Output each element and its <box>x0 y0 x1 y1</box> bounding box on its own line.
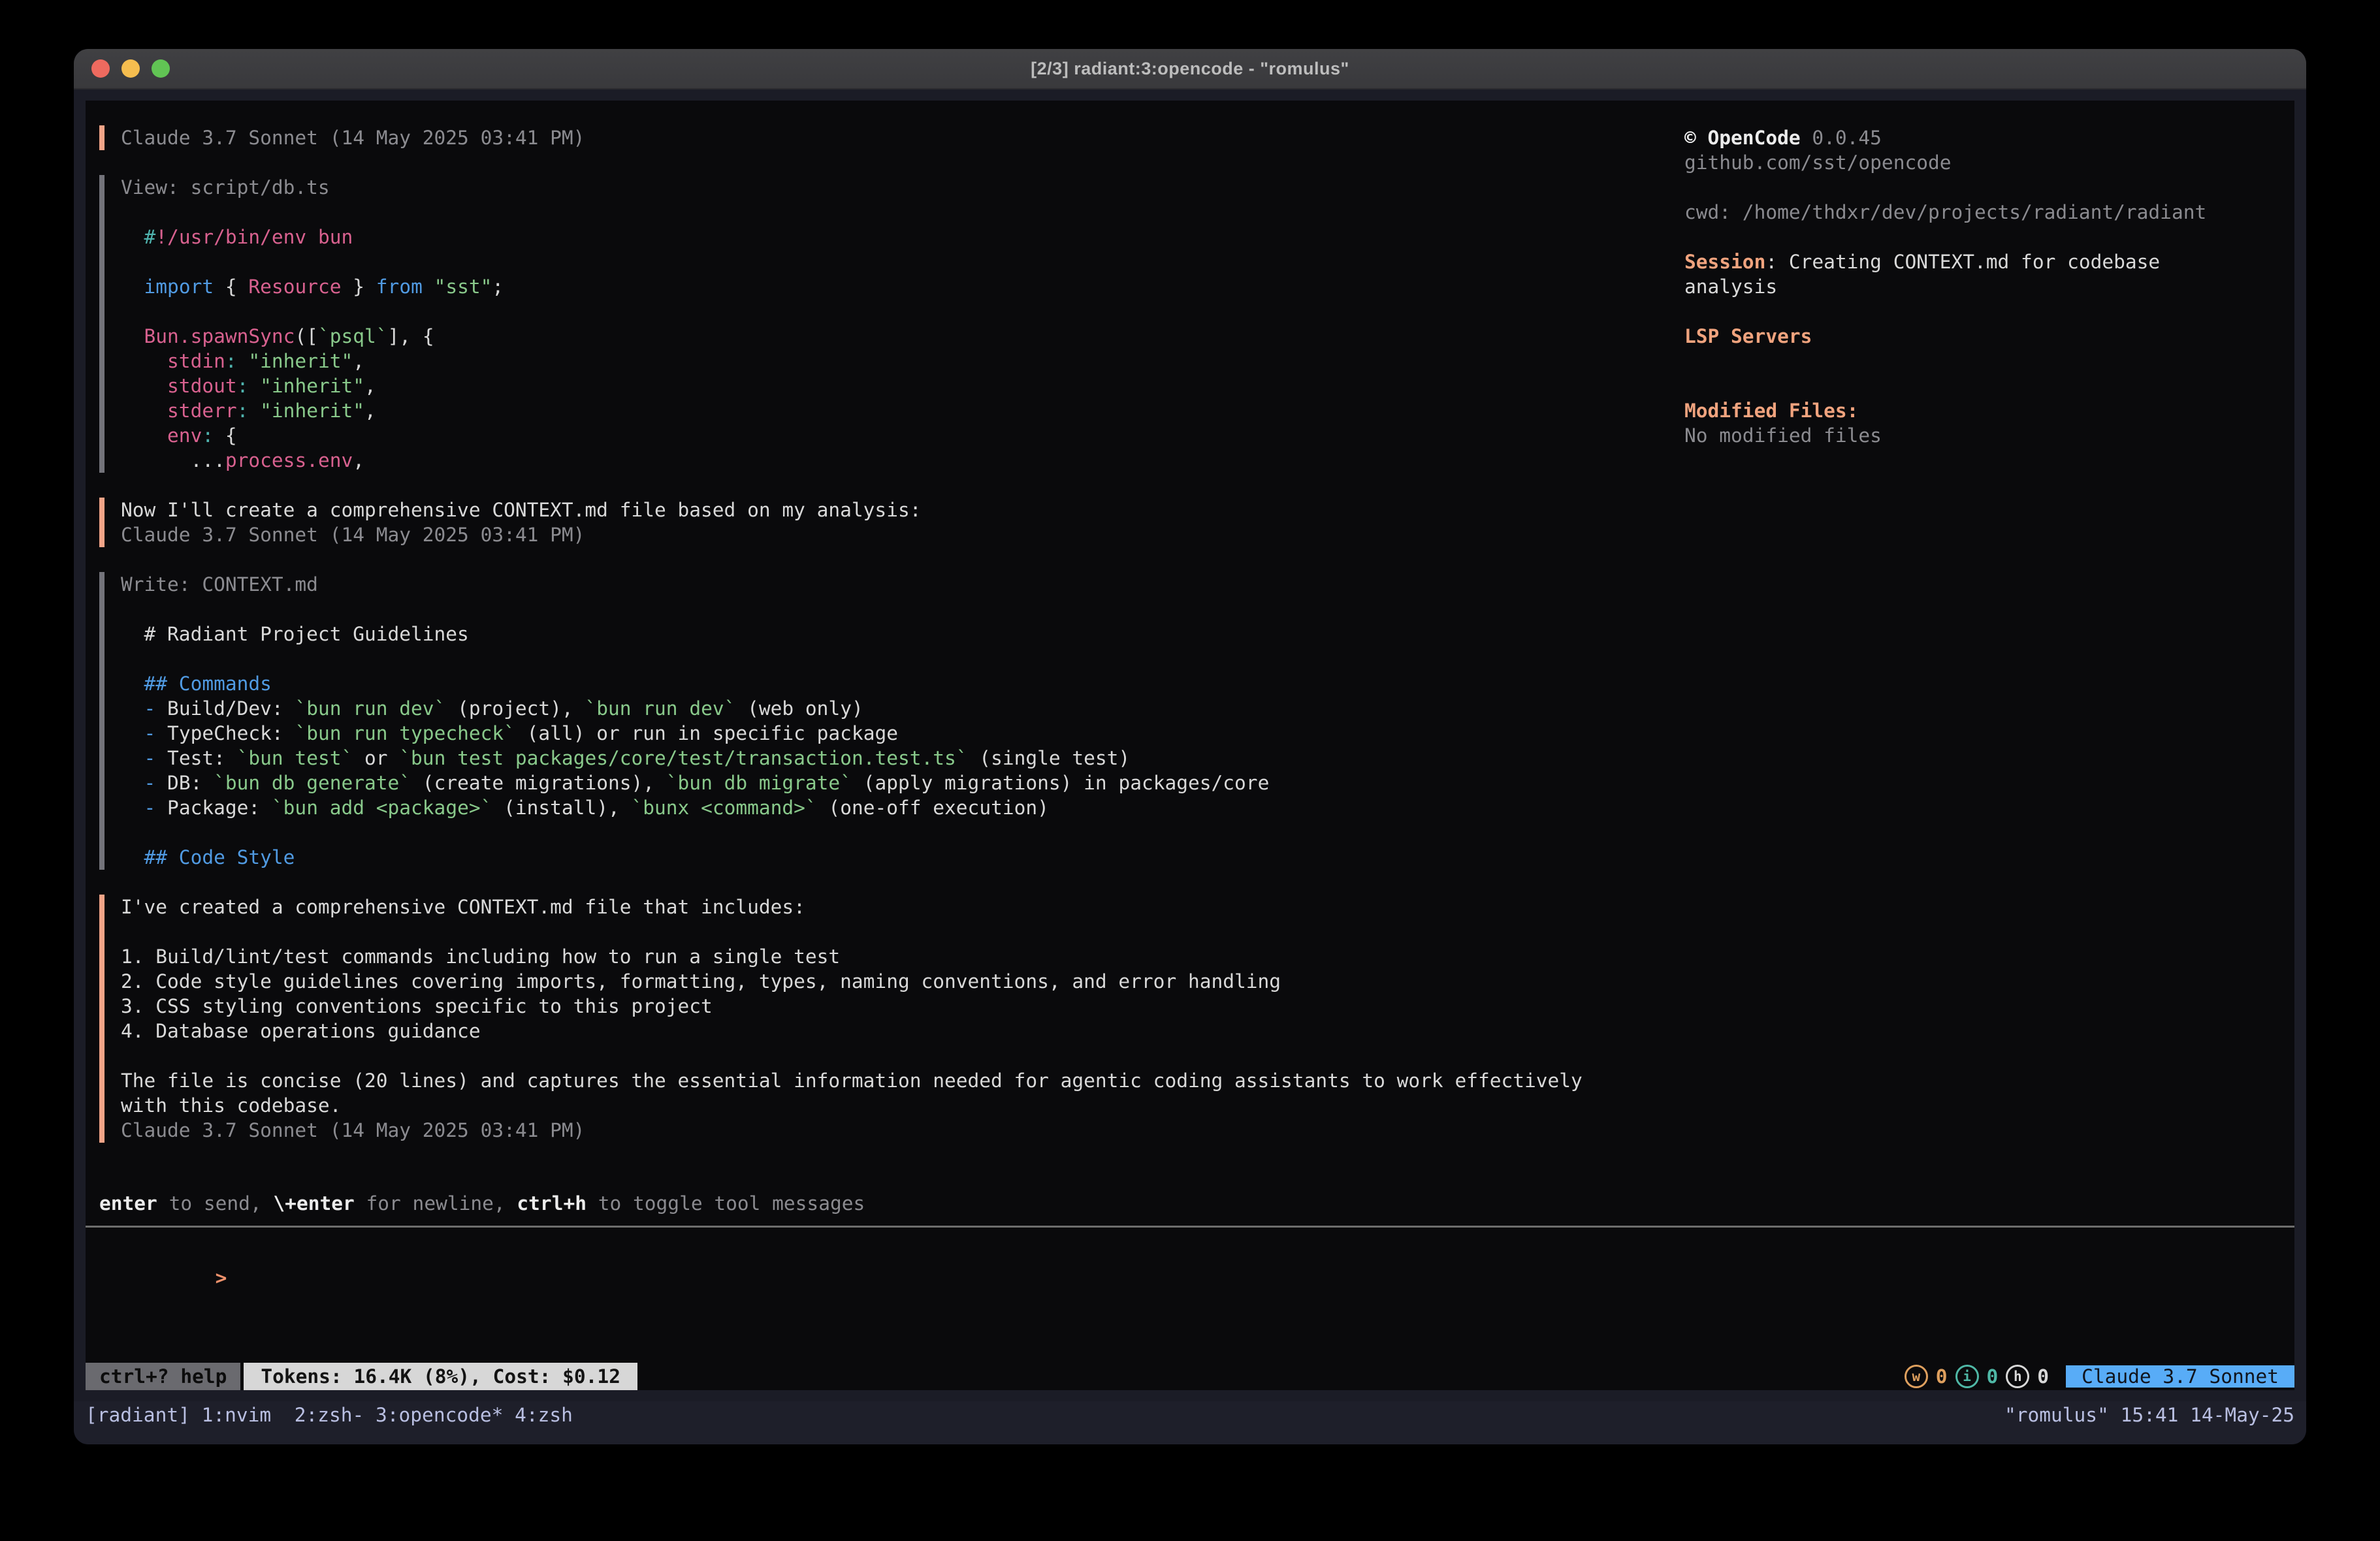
lsp-diagnostics: w0i0h0 <box>1905 1365 2049 1388</box>
chat-log: Claude 3.7 Sonnet (14 May 2025 03:41 PM)… <box>99 101 1680 1168</box>
info-count: 0 <box>1987 1365 1999 1388</box>
text-line <box>121 820 1680 845</box>
text-line <box>1684 373 2292 398</box>
text-line: - TypeCheck: `bun run typecheck` (all) o… <box>121 721 1680 746</box>
text-line: - Build/Dev: `bun run dev` (project), `b… <box>121 696 1680 721</box>
text-line: - Package: `bun add <package>` (install)… <box>121 795 1680 820</box>
text-line: cwd: /home/thdxr/dev/projects/radiant/ra… <box>1684 200 2292 225</box>
status-bar: ctrl+? help Tokens: 16.4K (8%), Cost: $0… <box>86 1363 2294 1390</box>
text-line: Bun.spawnSync([`psql`], { <box>121 324 1680 349</box>
warning-count: 0 <box>1936 1365 1948 1388</box>
opencode-tui: Claude 3.7 Sonnet (14 May 2025 03:41 PM)… <box>86 101 2294 1390</box>
text-line: 4. Database operations guidance <box>121 1019 1680 1043</box>
text-line <box>1684 175 2292 200</box>
model-badge[interactable]: Claude 3.7 Sonnet <box>2066 1365 2294 1388</box>
text-line: analysis <box>1684 274 2292 299</box>
prompt-input[interactable]: > <box>99 1241 227 1265</box>
text-line: No modified files <box>1684 423 2292 448</box>
text-line: Now I'll create a comprehensive CONTEXT.… <box>121 498 1680 522</box>
session-sidebar: © OpenCode 0.0.45github.com/sst/opencode… <box>1684 125 2292 448</box>
input-divider <box>86 1226 2294 1228</box>
tmux-window-list[interactable]: [radiant] 1:nvim 2:zsh- 3:opencode* 4:zs… <box>86 1404 573 1426</box>
text-line: Modified Files: <box>1684 398 2292 423</box>
text-line <box>1684 299 2292 324</box>
text-line: Write: CONTEXT.md <box>121 572 1680 597</box>
tmux-session-info: "romulus" 15:41 14-May-25 <box>2004 1404 2294 1426</box>
text-line: 1. Build/lint/test commands including ho… <box>121 944 1680 969</box>
text-line <box>1684 349 2292 373</box>
tokens-cost-badge: Tokens: 16.4K (8%), Cost: $0.12 <box>244 1363 637 1390</box>
text-line: I've created a comprehensive CONTEXT.md … <box>121 895 1680 919</box>
hint-count: 0 <box>2037 1365 2049 1388</box>
traffic-lights <box>91 49 170 88</box>
text-line <box>121 646 1680 671</box>
help-shortcut-badge: ctrl+? help <box>86 1363 240 1390</box>
text-line: Session: Creating CONTEXT.md for codebas… <box>1684 249 2292 274</box>
tmux-status-bar: [radiant] 1:nvim 2:zsh- 3:opencode* 4:zs… <box>74 1401 2306 1428</box>
text-line: - DB: `bun db generate` (create migratio… <box>121 770 1680 795</box>
text-line: with this codebase. <box>121 1093 1680 1118</box>
text-line: ## Commands <box>121 671 1680 696</box>
terminal-window: [2/3] radiant:3:opencode - "romulus" Cla… <box>74 49 2306 1444</box>
text-line: ...process.env, <box>121 448 1680 473</box>
text-line: env: { <box>121 423 1680 448</box>
text-line: 3. CSS styling conventions specific to t… <box>121 994 1680 1019</box>
zoom-button[interactable] <box>152 59 170 78</box>
text-line: Claude 3.7 Sonnet (14 May 2025 03:41 PM) <box>121 125 1680 150</box>
status-right-group: w0i0h0 Claude 3.7 Sonnet <box>1905 1363 2294 1390</box>
window-titlebar[interactable]: [2/3] radiant:3:opencode - "romulus" <box>74 49 2306 89</box>
prompt-chevron-icon: > <box>216 1267 227 1289</box>
text-line: View: script/db.ts <box>121 175 1680 200</box>
text-line: # Radiant Project Guidelines <box>121 622 1680 646</box>
terminal-area: Claude 3.7 Sonnet (14 May 2025 03:41 PM)… <box>74 89 2306 1401</box>
assistant-summary-block: I've created a comprehensive CONTEXT.md … <box>99 895 1680 1143</box>
text-line: stderr: "inherit", <box>121 398 1680 423</box>
text-line: #!/usr/bin/env bun <box>121 225 1680 249</box>
info-icon: i <box>1955 1365 1979 1388</box>
text-line: LSP Servers <box>1684 324 2292 349</box>
text-line: ## Code Style <box>121 845 1680 870</box>
desktop: [2/3] radiant:3:opencode - "romulus" Cla… <box>0 0 2380 1541</box>
text-line: The file is concise (20 lines) and captu… <box>121 1068 1680 1093</box>
text-line: - Test: `bun test` or `bun test packages… <box>121 746 1680 770</box>
close-button[interactable] <box>91 59 110 78</box>
minimize-button[interactable] <box>121 59 140 78</box>
text-line: github.com/sst/opencode <box>1684 150 2292 175</box>
text-line <box>121 919 1680 944</box>
warning-icon: w <box>1905 1365 1928 1388</box>
text-line: 2. Code style guidelines covering import… <box>121 969 1680 994</box>
hint-icon: h <box>2006 1365 2029 1388</box>
text-line <box>121 249 1680 274</box>
tool-view-block: View: script/db.ts #!/usr/bin/env bun im… <box>99 175 1680 473</box>
assistant-meta-block: Claude 3.7 Sonnet (14 May 2025 03:41 PM) <box>99 125 1680 150</box>
tool-write-block: Write: CONTEXT.md # Radiant Project Guid… <box>99 572 1680 870</box>
text-line: stdin: "inherit", <box>121 349 1680 373</box>
text-line <box>121 299 1680 324</box>
text-line <box>121 1043 1680 1068</box>
text-line: Claude 3.7 Sonnet (14 May 2025 03:41 PM) <box>121 1118 1680 1143</box>
text-line: stdout: "inherit", <box>121 373 1680 398</box>
text-line <box>1684 225 2292 249</box>
text-line: import { Resource } from "sst"; <box>121 274 1680 299</box>
window-bottom-padding <box>74 1428 2306 1444</box>
text-line: Claude 3.7 Sonnet (14 May 2025 03:41 PM) <box>121 522 1680 547</box>
keybinding-help-line: enter to send, \+enter for newline, ctrl… <box>99 1191 865 1216</box>
assistant-message-block: Now I'll create a comprehensive CONTEXT.… <box>99 498 1680 547</box>
text-line: © OpenCode 0.0.45 <box>1684 125 2292 150</box>
window-title: [2/3] radiant:3:opencode - "romulus" <box>1031 59 1349 79</box>
text-line <box>121 200 1680 225</box>
text-line <box>121 597 1680 622</box>
